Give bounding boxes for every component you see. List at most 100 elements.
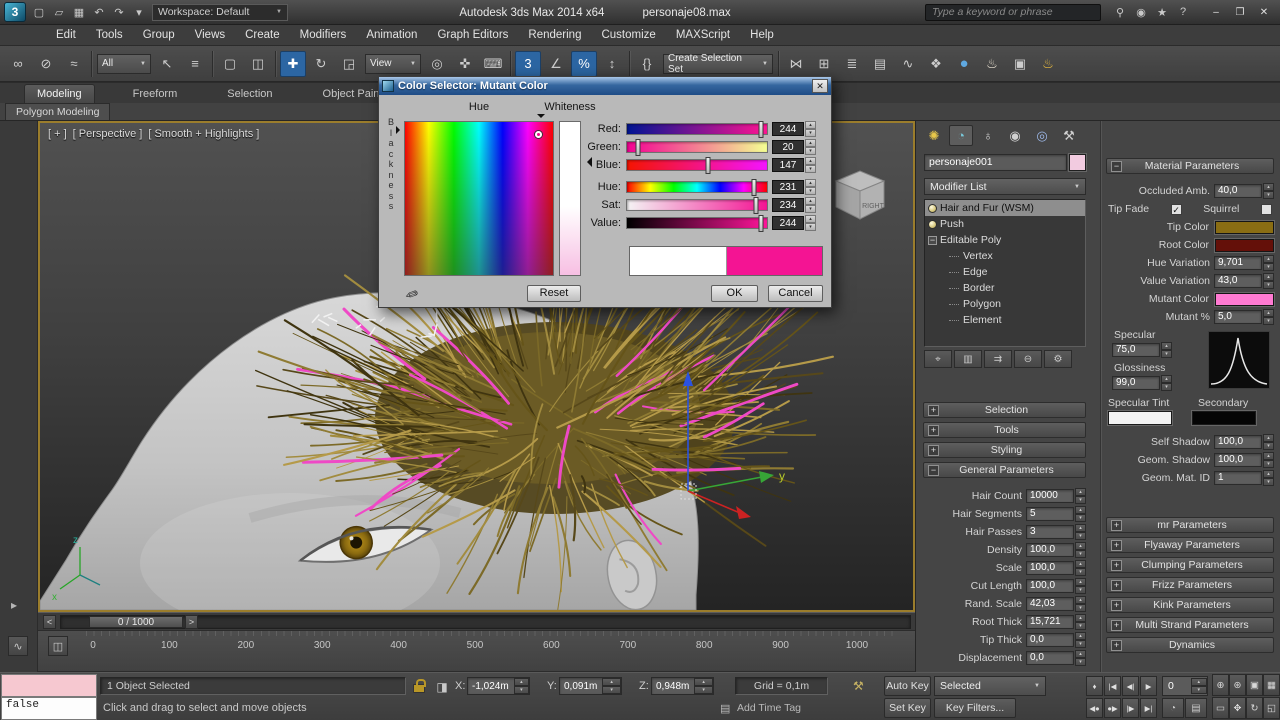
- specular-tint-swatch[interactable]: [1108, 411, 1172, 425]
- y-coordinate-field[interactable]: 0,091m ▴ ▾: [559, 677, 622, 695]
- spinner[interactable]: ▴ ▾: [1263, 452, 1274, 468]
- use-pivot-point-center-icon[interactable]: ◎: [424, 51, 450, 77]
- spinner[interactable]: ▴ ▾: [1075, 506, 1086, 522]
- menu-customize[interactable]: Customize: [591, 25, 665, 45]
- spinner-up-icon[interactable]: ▴: [805, 139, 816, 147]
- expand-toggle-icon[interactable]: +: [1111, 619, 1122, 631]
- param-value-field[interactable]: 5: [1026, 507, 1074, 521]
- stack-item-edge[interactable]: Edge: [925, 264, 1085, 280]
- spinner[interactable]: ▴ ▾: [598, 678, 621, 694]
- param-value-field[interactable]: 43,0: [1214, 274, 1262, 288]
- slider-value-field[interactable]: 147: [772, 158, 804, 172]
- create-selection-set-combo[interactable]: Create Selection Set ▼: [663, 53, 773, 75]
- expand-toggle-icon[interactable]: +: [1111, 639, 1122, 651]
- zoom-button[interactable]: ⊕: [1212, 674, 1229, 696]
- spinner-up-icon[interactable]: ▴: [1075, 506, 1086, 514]
- spinner[interactable]: ▴ ▾: [805, 179, 816, 195]
- squirrel-checkbox[interactable]: [1260, 203, 1272, 215]
- spinner-down-icon[interactable]: ▾: [1161, 350, 1172, 358]
- param-value-field[interactable]: 100,0: [1026, 561, 1074, 575]
- glossiness-value-field[interactable]: 99,0: [1112, 376, 1160, 390]
- play-button[interactable]: ▶: [1140, 676, 1157, 696]
- spinner-up-icon[interactable]: ▴: [1161, 342, 1172, 350]
- spinner-up-icon[interactable]: ▴: [805, 215, 816, 223]
- menu-tools[interactable]: Tools: [86, 25, 133, 45]
- spinner-up-icon[interactable]: ▴: [1075, 524, 1086, 532]
- stack-item-border[interactable]: Border: [925, 280, 1085, 296]
- wrench-icon[interactable]: ⚒: [853, 679, 864, 693]
- schematic-view-icon[interactable]: ❖: [923, 51, 949, 77]
- collapse-toggle-icon[interactable]: −: [928, 464, 939, 476]
- spinner[interactable]: ▴ ▾: [1075, 578, 1086, 594]
- rollout-tools[interactable]: + Tools: [923, 422, 1086, 438]
- select-and-link-icon[interactable]: ∞: [5, 51, 31, 77]
- param-value-field[interactable]: 100,0: [1214, 435, 1262, 449]
- rectangular-selection-region-icon[interactable]: ▢: [217, 51, 243, 77]
- spinner[interactable]: ▴ ▾: [1075, 650, 1086, 666]
- spinner-down-icon[interactable]: ▾: [1075, 568, 1086, 576]
- stack-item-element[interactable]: Element: [925, 312, 1085, 328]
- ribbon-tab-modeling[interactable]: Modeling: [24, 84, 95, 103]
- expand-arrow-icon[interactable]: ▸: [11, 598, 17, 612]
- spinner-down-icon[interactable]: ▾: [1263, 442, 1274, 450]
- selection-lock-icon[interactable]: [413, 679, 426, 693]
- restore-button[interactable]: ❐: [1228, 3, 1252, 21]
- rollout-styling[interactable]: + Styling: [923, 442, 1086, 458]
- spinner-down-icon[interactable]: ▾: [694, 686, 713, 694]
- unlink-selection-icon[interactable]: ⊘: [33, 51, 59, 77]
- mirror-icon[interactable]: ⋈: [783, 51, 809, 77]
- eyedropper-icon[interactable]: ✎: [400, 284, 422, 303]
- help-icon[interactable]: ?: [1174, 3, 1192, 21]
- spinner-down-icon[interactable]: ▾: [513, 686, 529, 694]
- rollout-dynamics[interactable]: + Dynamics: [1106, 637, 1274, 653]
- slider-track[interactable]: [626, 157, 768, 174]
- secondary-swatch[interactable]: [1192, 411, 1256, 425]
- spinner-up-icon[interactable]: ▴: [1263, 273, 1274, 281]
- add-time-tag-button[interactable]: Add Time Tag: [737, 702, 801, 714]
- auto-key-button[interactable]: Auto Key: [884, 676, 931, 696]
- undo-icon[interactable]: ↶: [90, 3, 108, 21]
- spinner-up-icon[interactable]: ▴: [1190, 678, 1207, 686]
- spinner[interactable]: ▴ ▾: [1075, 614, 1086, 630]
- spinner-down-icon[interactable]: ▾: [1075, 586, 1086, 594]
- spinner-down-icon[interactable]: ▾: [805, 129, 816, 137]
- spinner-up-icon[interactable]: ▴: [805, 121, 816, 129]
- spinner[interactable]: ▴ ▾: [1263, 255, 1274, 271]
- spinner[interactable]: ▴ ▾: [1263, 273, 1274, 289]
- script-listener-output[interactable]: false: [1, 697, 97, 720]
- expand-toggle-icon[interactable]: +: [1111, 599, 1122, 611]
- configure-modifier-sets-button[interactable]: ⚙: [1044, 350, 1072, 368]
- spinner[interactable]: ▴ ▾: [1263, 434, 1274, 450]
- macro-recorder-listener[interactable]: [1, 674, 97, 697]
- menu-rendering[interactable]: Rendering: [518, 25, 591, 45]
- tip-color-swatch[interactable]: [1215, 220, 1274, 234]
- slider-value-field[interactable]: 244: [772, 122, 804, 136]
- align-icon[interactable]: ⊞: [811, 51, 837, 77]
- param-value-field[interactable]: 100,0: [1026, 543, 1074, 557]
- time-slider-handle[interactable]: 0 / 1000: [89, 616, 183, 628]
- spinner-down-icon[interactable]: ▾: [1263, 317, 1274, 325]
- snaps-toggle-icon[interactable]: 3: [515, 50, 541, 77]
- orbit-view-button[interactable]: ↻: [1246, 697, 1263, 719]
- dialog-titlebar[interactable]: Color Selector: Mutant Color ✕: [379, 77, 831, 95]
- ribbon-tab-freeform[interactable]: Freeform: [121, 85, 190, 103]
- spinner-up-icon[interactable]: ▴: [805, 179, 816, 187]
- param-value-field[interactable]: 0,0: [1026, 633, 1074, 647]
- slider-handle[interactable]: [751, 179, 757, 196]
- edit-named-selection-sets-icon[interactable]: {}: [634, 51, 660, 77]
- spinner-down-icon[interactable]: ▾: [805, 147, 816, 155]
- expand-toggle-icon[interactable]: +: [1111, 519, 1122, 531]
- previous-frame-button[interactable]: ◀|: [1122, 676, 1139, 696]
- z-coordinate-field[interactable]: 0,948m ▴ ▾: [651, 677, 714, 695]
- zoom-region-button[interactable]: ▭: [1212, 697, 1229, 719]
- param-value-field[interactable]: 42,03: [1026, 597, 1074, 611]
- spinner-down-icon[interactable]: ▾: [1075, 622, 1086, 630]
- spinner-up-icon[interactable]: ▴: [694, 678, 713, 686]
- rollout-general-parameters[interactable]: − General Parameters: [923, 462, 1086, 478]
- spinner[interactable]: ▴ ▾: [1075, 632, 1086, 648]
- slider-handle[interactable]: [758, 121, 764, 138]
- slider-track[interactable]: [626, 197, 768, 214]
- maximize-viewport-toggle-button[interactable]: ◱: [1263, 697, 1280, 719]
- spinner-down-icon[interactable]: ▾: [805, 187, 816, 195]
- spinner-down-icon[interactable]: ▾: [805, 223, 816, 231]
